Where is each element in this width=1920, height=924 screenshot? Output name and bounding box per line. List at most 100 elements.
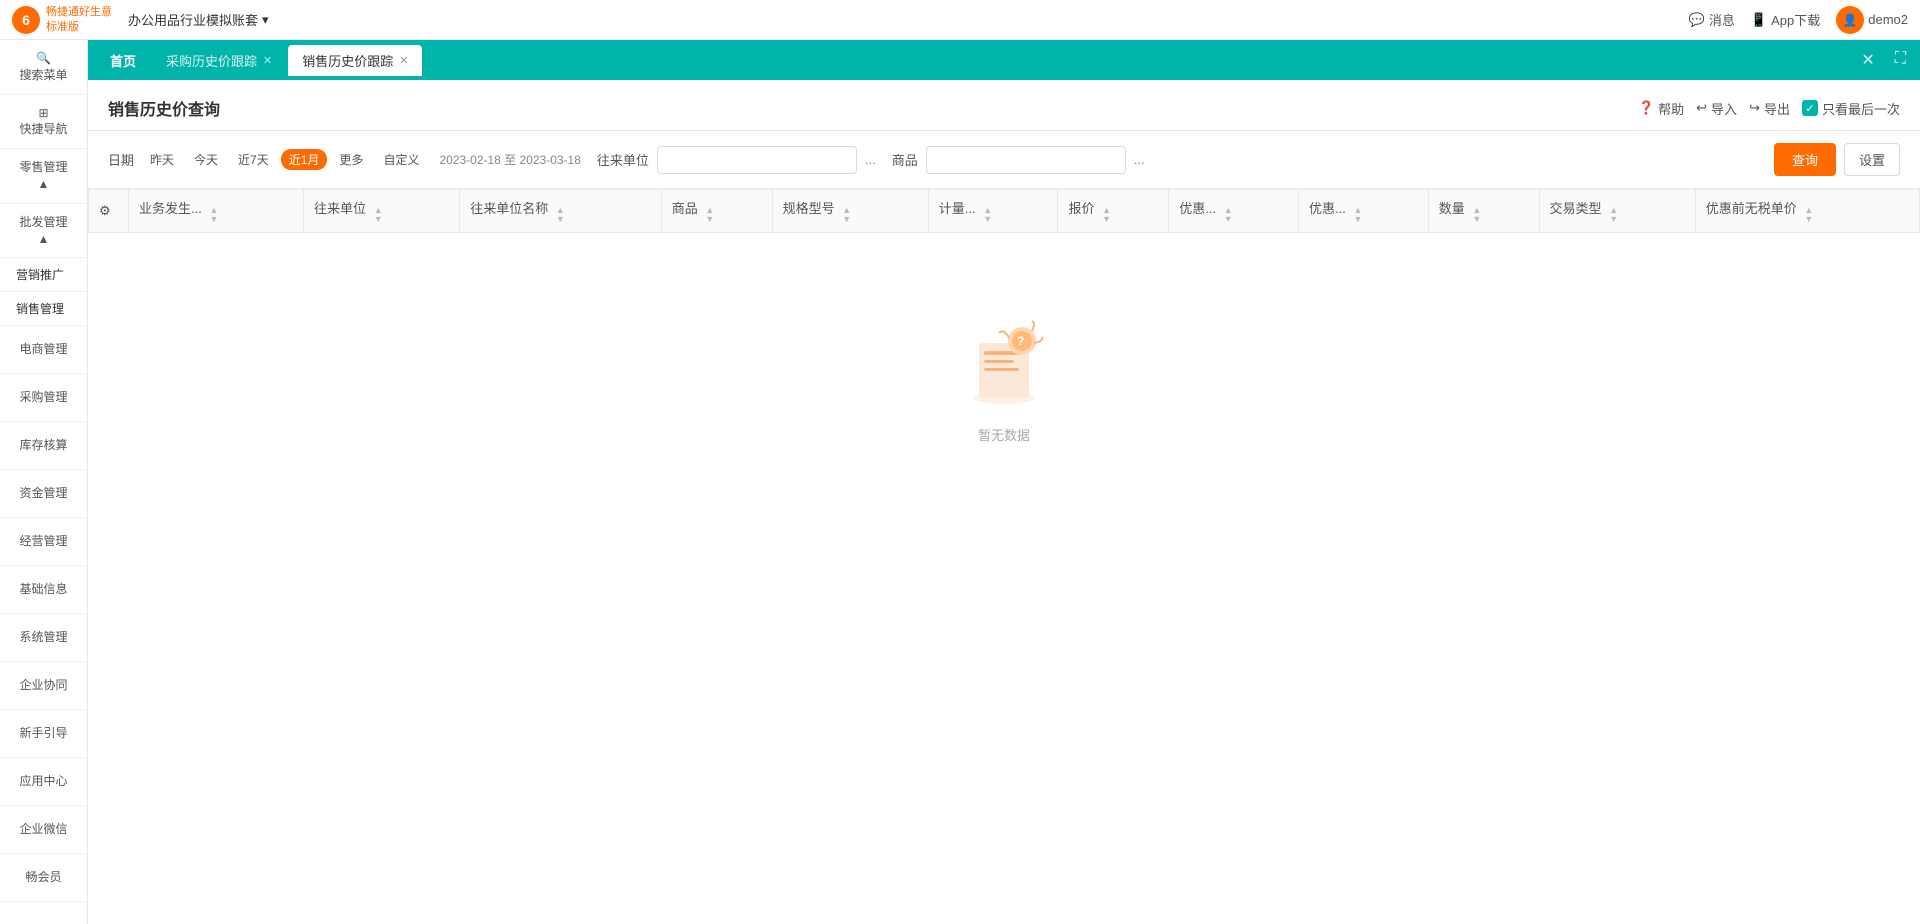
sort-icon-partner: ▲▼	[374, 206, 383, 224]
message-button[interactable]: 💬 消息	[1689, 10, 1735, 29]
page-content: 销售历史价查询 ❓ 帮助 ↩ 导入 ↪ 导出 ✓	[88, 80, 1920, 924]
app-download-button[interactable]: 📱 App下载	[1751, 10, 1820, 29]
table-container: ⚙ 业务发生... ▲▼ 往来单位 ▲▼ 往来单位名称	[88, 189, 1920, 524]
sort-icon-discount2: ▲▼	[1353, 206, 1362, 224]
col-discount1[interactable]: 优惠... ▲▼	[1169, 190, 1299, 233]
maximize-action[interactable]: ⛶	[1889, 48, 1912, 72]
sort-icon-unit: ▲▼	[983, 206, 992, 224]
grid-icon: ⊞	[38, 105, 48, 122]
tab-sales-history-close[interactable]: ✕	[399, 54, 408, 67]
user-profile[interactable]: 👤 demo2	[1836, 6, 1908, 34]
last-record-checkbox[interactable]: ✓ 只看最后一次	[1802, 99, 1900, 118]
settings-button[interactable]: 设置	[1844, 143, 1900, 176]
sidebar-item-ecommerce[interactable]: 电商管理	[0, 326, 87, 374]
chevron-up-icon2: ▲	[38, 231, 50, 248]
sort-icon-quantity: ▲▼	[1472, 206, 1481, 224]
checkbox-icon: ✓	[1802, 100, 1818, 116]
data-table: ⚙ 业务发生... ▲▼ 往来单位 ▲▼ 往来单位名称	[88, 189, 1920, 524]
export-button[interactable]: ↪ 导出	[1749, 99, 1790, 118]
date-filter-group: 日期 昨天 今天 近7天 近1月 更多 自定义 2023-02-18 至 202…	[108, 149, 581, 170]
sidebar-item-operations[interactable]: 经营管理	[0, 518, 87, 566]
col-trade-type[interactable]: 交易类型 ▲▼	[1539, 190, 1695, 233]
sidebar-item-new-guide[interactable]: 新手引导	[0, 710, 87, 758]
table-header-row: ⚙ 业务发生... ▲▼ 往来单位 ▲▼ 往来单位名称	[89, 190, 1920, 233]
sort-icon-discount1: ▲▼	[1224, 206, 1233, 224]
goods-more[interactable]: ...	[1134, 152, 1145, 167]
goods-label: 商品	[892, 150, 918, 169]
date-btn-more[interactable]: 更多	[331, 149, 371, 170]
col-discount2[interactable]: 优惠... ▲▼	[1299, 190, 1429, 233]
col-unit[interactable]: 计量... ▲▼	[928, 190, 1058, 233]
date-btn-today[interactable]: 今天	[186, 149, 226, 170]
app-selector[interactable]: 办公用品行业模拟账套 ▾	[120, 10, 277, 29]
sidebar-item-enterprise-wechat[interactable]: 企业微信	[0, 806, 87, 854]
sidebar-item-purchase-mgmt[interactable]: 采购管理	[0, 374, 87, 422]
message-icon: 💬	[1689, 12, 1705, 28]
sidebar-item-marketing[interactable]: 营销推广	[0, 258, 87, 292]
col-spec[interactable]: 规格型号 ▲▼	[772, 190, 928, 233]
logo-icon: 6	[12, 6, 40, 34]
download-icon: 📱	[1751, 12, 1767, 28]
sidebar-item-system-mgmt[interactable]: 系统管理	[0, 614, 87, 662]
col-goods[interactable]: 商品 ▲▼	[661, 190, 772, 233]
content-area: 首页 采购历史价跟踪 ✕ 销售历史价跟踪 ✕ ✕ ⛶ 销售历史价查询	[88, 40, 1920, 924]
sidebar-item-app-center[interactable]: 应用中心	[0, 758, 87, 806]
col-partner-name[interactable]: 往来单位名称 ▲▼	[460, 190, 662, 233]
help-icon: ❓	[1638, 100, 1654, 116]
date-btn-custom[interactable]: 自定义	[375, 149, 427, 170]
sort-icon-trade-type: ▲▼	[1609, 206, 1618, 224]
top-bar-left: 6 畅捷通好生意 标准版 办公用品行业模拟账套 ▾	[12, 5, 277, 34]
svg-text:?: ?	[1017, 334, 1024, 348]
sort-icon-partner-name: ▲▼	[556, 206, 565, 224]
col-biz-date[interactable]: 业务发生... ▲▼	[129, 190, 304, 233]
sidebar-item-enterprise-collab[interactable]: 企业协同	[0, 662, 87, 710]
empty-state-row: ? 暂无数据	[89, 233, 1920, 525]
date-btn-7days[interactable]: 近7天	[230, 149, 277, 170]
sort-icon-quote: ▲▼	[1102, 206, 1111, 224]
tab-sales-history[interactable]: 销售历史价跟踪 ✕	[288, 45, 422, 76]
sidebar-item-finance[interactable]: 资金管理	[0, 470, 87, 518]
close-tab-action[interactable]: ✕	[1855, 48, 1880, 72]
main-layout: 🔍 搜索菜单 ⊞ 快捷导航 零售管理 ▲ 批发管理 ▲ 营销推广 销售管理 电商…	[0, 40, 1920, 924]
sidebar-item-sales-mgmt[interactable]: 销售管理	[0, 292, 87, 326]
partner-more[interactable]: ...	[865, 152, 876, 167]
filter-bar: 日期 昨天 今天 近7天 近1月 更多 自定义 2023-02-18 至 202…	[88, 131, 1920, 189]
sidebar-item-inventory[interactable]: 库存核算	[0, 422, 87, 470]
search-icon: 🔍	[36, 50, 51, 67]
goods-input[interactable]	[926, 146, 1126, 174]
page-header: 销售历史价查询 ❓ 帮助 ↩ 导入 ↪ 导出 ✓	[88, 80, 1920, 131]
col-quantity[interactable]: 数量 ▲▼	[1428, 190, 1539, 233]
col-quote[interactable]: 报价 ▲▼	[1058, 190, 1169, 233]
sidebar-item-member[interactable]: 畅会员	[0, 854, 87, 902]
top-bar: 6 畅捷通好生意 标准版 办公用品行业模拟账套 ▾ 💬 消息 📱 App下载 👤…	[0, 0, 1920, 40]
date-btn-yesterday[interactable]: 昨天	[142, 149, 182, 170]
sidebar-item-retail-mgmt[interactable]: 零售管理 ▲	[0, 149, 87, 204]
tab-bar-actions: ✕ ⛶	[1855, 48, 1912, 72]
partner-label: 往来单位	[597, 150, 649, 169]
tab-home[interactable]: 首页	[96, 45, 150, 76]
partner-filter-group: 往来单位 ...	[597, 146, 876, 174]
partner-input[interactable]	[657, 146, 857, 174]
export-icon: ↪	[1749, 100, 1760, 116]
chevron-up-icon: ▲	[38, 176, 50, 193]
sidebar-item-quick-nav[interactable]: ⊞ 快捷导航	[0, 95, 87, 150]
query-button[interactable]: 查询	[1774, 143, 1836, 176]
sort-icon-goods: ▲▼	[705, 206, 714, 224]
tab-purchase-history-close[interactable]: ✕	[263, 54, 272, 67]
help-button[interactable]: ❓ 帮助	[1638, 99, 1684, 118]
date-btn-1month[interactable]: 近1月	[281, 149, 328, 170]
avatar: 👤	[1836, 6, 1864, 34]
import-button[interactable]: ↩ 导入	[1696, 99, 1737, 118]
sidebar-item-search-menu[interactable]: 🔍 搜索菜单	[0, 40, 87, 95]
sidebar-item-basic-info[interactable]: 基础信息	[0, 566, 87, 614]
sort-icon-spec: ▲▼	[842, 206, 851, 224]
col-price-no-tax[interactable]: 优惠前无税单价 ▲▼	[1695, 190, 1919, 233]
tab-bar: 首页 采购历史价跟踪 ✕ 销售历史价跟踪 ✕ ✕ ⛶	[88, 40, 1920, 80]
tab-purchase-history[interactable]: 采购历史价跟踪 ✕	[152, 45, 286, 76]
col-settings[interactable]: ⚙	[89, 190, 129, 233]
sidebar-item-wholesale-mgmt[interactable]: 批发管理 ▲	[0, 204, 87, 259]
sidebar: 🔍 搜索菜单 ⊞ 快捷导航 零售管理 ▲ 批发管理 ▲ 营销推广 销售管理 电商…	[0, 40, 88, 924]
col-partner-code[interactable]: 往来单位 ▲▼	[304, 190, 460, 233]
empty-state: ? 暂无数据	[89, 233, 1920, 524]
logo-area: 6 畅捷通好生意 标准版	[12, 5, 112, 34]
